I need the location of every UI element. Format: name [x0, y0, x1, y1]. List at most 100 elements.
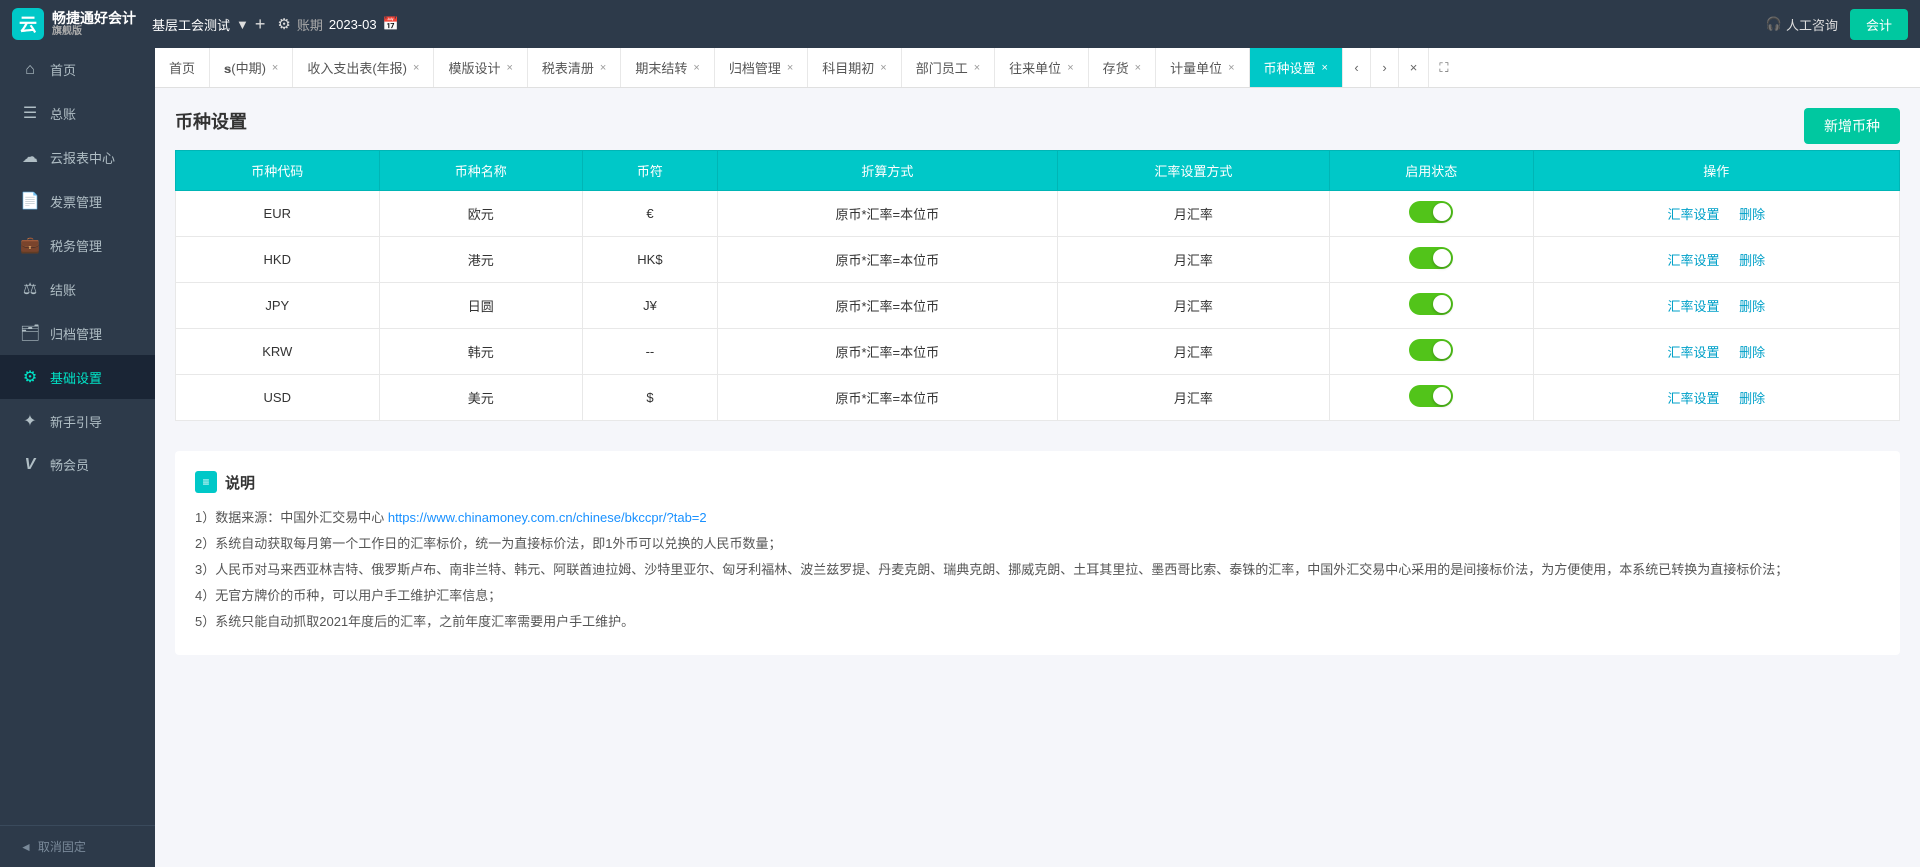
cell-status — [1330, 237, 1534, 283]
sidebar-item-invoice[interactable]: 📄 发票管理 — [0, 179, 155, 223]
tab-measure-label: 计量单位 — [1170, 58, 1222, 77]
cell-code: HKD — [176, 237, 380, 283]
company-select[interactable]: 基层工会测试 ▼ — [152, 15, 249, 34]
sidebar-item-settle[interactable]: ⚖ 结账 — [0, 267, 155, 311]
content-area: 首页 𝐬(中期) × 收入支出表(年报) × 模版设计 × 税表清册 × — [155, 48, 1920, 867]
cell-rate-type: 月汇率 — [1057, 283, 1329, 329]
logo-sub: 旗舰版 — [52, 26, 136, 38]
toggle-track — [1409, 385, 1453, 407]
tab-dept[interactable]: 部门员工 × — [902, 48, 995, 88]
delete-link-HKD[interactable]: 删除 — [1739, 253, 1765, 268]
tab-periodend-close[interactable]: × — [693, 62, 699, 74]
sidebar-item-vip[interactable]: V 畅会员 — [0, 443, 155, 486]
cell-code: KRW — [176, 329, 380, 375]
sidebar: ⌂ 首页 ☰ 总账 ☁ 云报表中心 📄 发票管理 💼 税务管理 ⚖ 结账 — [0, 48, 155, 867]
col-header-symbol: 币符 — [583, 151, 718, 191]
table-row: HKD 港元 HK$ 原币*汇率=本位币 月汇率 汇率设置 删除 — [176, 237, 1900, 283]
tab-period-close[interactable]: × — [272, 62, 278, 74]
tab-measure-close[interactable]: × — [1228, 62, 1234, 74]
sidebar-item-reports[interactable]: ☁ 云报表中心 — [0, 135, 155, 179]
toggle-JPY[interactable] — [1409, 293, 1453, 315]
new-currency-button[interactable]: 新增币种 — [1804, 108, 1900, 144]
table-row: USD 美元 $ 原币*汇率=本位币 月汇率 汇率设置 删除 — [176, 375, 1900, 421]
rate-setting-link-EUR[interactable]: 汇率设置 — [1667, 207, 1719, 222]
calendar-icon[interactable]: 📅 — [383, 16, 399, 32]
tab-maximize-button[interactable]: ⛶ — [1429, 48, 1459, 88]
logo-icon: 云 — [12, 8, 44, 40]
sidebar-item-guide[interactable]: ✦ 新手引导 — [0, 399, 155, 443]
notes-title-text: 说明 — [225, 472, 255, 493]
tab-inventory[interactable]: 存货 × — [1089, 48, 1156, 88]
col-header-action: 操作 — [1533, 151, 1899, 191]
tab-prev-button[interactable]: ‹ — [1343, 48, 1371, 88]
tab-currency-close[interactable]: × — [1322, 62, 1328, 74]
toggle-thumb — [1433, 203, 1451, 221]
account-button[interactable]: 会计 — [1850, 9, 1908, 40]
toggle-thumb — [1433, 249, 1451, 267]
toggle-EUR[interactable] — [1409, 201, 1453, 223]
settings-icon[interactable]: ⚙ — [271, 15, 296, 33]
support-label: 人工咨询 — [1786, 15, 1838, 34]
table-row: EUR 欧元 € 原币*汇率=本位币 月汇率 汇率设置 删除 — [176, 191, 1900, 237]
cell-name: 欧元 — [379, 191, 583, 237]
delete-link-USD[interactable]: 删除 — [1739, 391, 1765, 406]
logo-text: 畅捷通好会计 旗舰版 — [52, 10, 136, 39]
sidebar-pin-button[interactable]: ◄ 取消固定 — [0, 825, 155, 867]
tab-template[interactable]: 模版设计 × — [434, 48, 527, 88]
tab-units-close[interactable]: × — [1067, 62, 1073, 74]
delete-link-KRW[interactable]: 删除 — [1739, 345, 1765, 360]
toggle-thumb — [1433, 295, 1451, 313]
cell-code: USD — [176, 375, 380, 421]
sidebar-item-basic[interactable]: ⚙ 基础设置 — [0, 355, 155, 399]
sidebar-label-home: 首页 — [50, 60, 76, 79]
toggle-thumb — [1433, 341, 1451, 359]
tab-taxclear[interactable]: 税表清册 × — [528, 48, 621, 88]
tab-archive[interactable]: 归档管理 × — [715, 48, 808, 88]
tab-archive-close[interactable]: × — [787, 62, 793, 74]
tab-income[interactable]: 收入支出表(年报) × — [293, 48, 434, 88]
rate-setting-link-JPY[interactable]: 汇率设置 — [1667, 299, 1719, 314]
sidebar-label-tax: 税务管理 — [50, 236, 102, 255]
ledger-icon: ☰ — [20, 103, 40, 123]
rate-setting-link-USD[interactable]: 汇率设置 — [1667, 391, 1719, 406]
add-tab-button[interactable]: + — [249, 14, 272, 35]
tab-template-close[interactable]: × — [506, 62, 512, 74]
notes-title: ≡ 说明 — [195, 471, 1880, 493]
tab-close-all-button[interactable]: × — [1399, 48, 1429, 88]
rate-setting-link-HKD[interactable]: 汇率设置 — [1667, 253, 1719, 268]
logo-main: 畅捷通好会计 — [52, 10, 136, 27]
cell-name: 港元 — [379, 237, 583, 283]
tab-inventory-close[interactable]: × — [1135, 62, 1141, 74]
tab-income-close[interactable]: × — [413, 62, 419, 74]
tab-home[interactable]: 首页 — [155, 48, 210, 88]
tab-template-label: 模版设计 — [448, 58, 500, 77]
sidebar-item-archive[interactable]: 🗂 归档管理 — [0, 311, 155, 355]
tab-units[interactable]: 往来单位 × — [995, 48, 1088, 88]
notes-link[interactable]: https://www.chinamoney.com.cn/chinese/bk… — [388, 510, 707, 525]
sidebar-item-ledger[interactable]: ☰ 总账 — [0, 91, 155, 135]
tab-dept-close[interactable]: × — [974, 62, 980, 74]
tab-subjects[interactable]: 科目期初 × — [808, 48, 901, 88]
tab-period[interactable]: 𝐬(中期) × — [210, 48, 293, 88]
sidebar-item-home[interactable]: ⌂ 首页 — [0, 48, 155, 91]
sidebar-label-vip: 畅会员 — [50, 455, 89, 474]
toggle-USD[interactable] — [1409, 385, 1453, 407]
toggle-HKD[interactable] — [1409, 247, 1453, 269]
support-button[interactable]: 🎧 人工咨询 — [1766, 15, 1838, 34]
tab-subjects-close[interactable]: × — [880, 62, 886, 74]
tab-measure[interactable]: 计量单位 × — [1156, 48, 1249, 88]
tab-taxclear-close[interactable]: × — [600, 62, 606, 74]
app-logo: 云 畅捷通好会计 旗舰版 — [12, 8, 136, 40]
toggle-KRW[interactable] — [1409, 339, 1453, 361]
sidebar-label-guide: 新手引导 — [50, 412, 102, 431]
rate-setting-link-KRW[interactable]: 汇率设置 — [1667, 345, 1719, 360]
tab-currency[interactable]: 币种设置 × — [1250, 48, 1343, 88]
tab-periodend[interactable]: 期末结转 × — [621, 48, 714, 88]
tab-next-button[interactable]: › — [1371, 48, 1399, 88]
delete-link-EUR[interactable]: 删除 — [1739, 207, 1765, 222]
invoice-icon: 📄 — [20, 191, 40, 211]
delete-link-JPY[interactable]: 删除 — [1739, 299, 1765, 314]
sidebar-label-ledger: 总账 — [50, 104, 76, 123]
cell-code: JPY — [176, 283, 380, 329]
sidebar-item-tax[interactable]: 💼 税务管理 — [0, 223, 155, 267]
